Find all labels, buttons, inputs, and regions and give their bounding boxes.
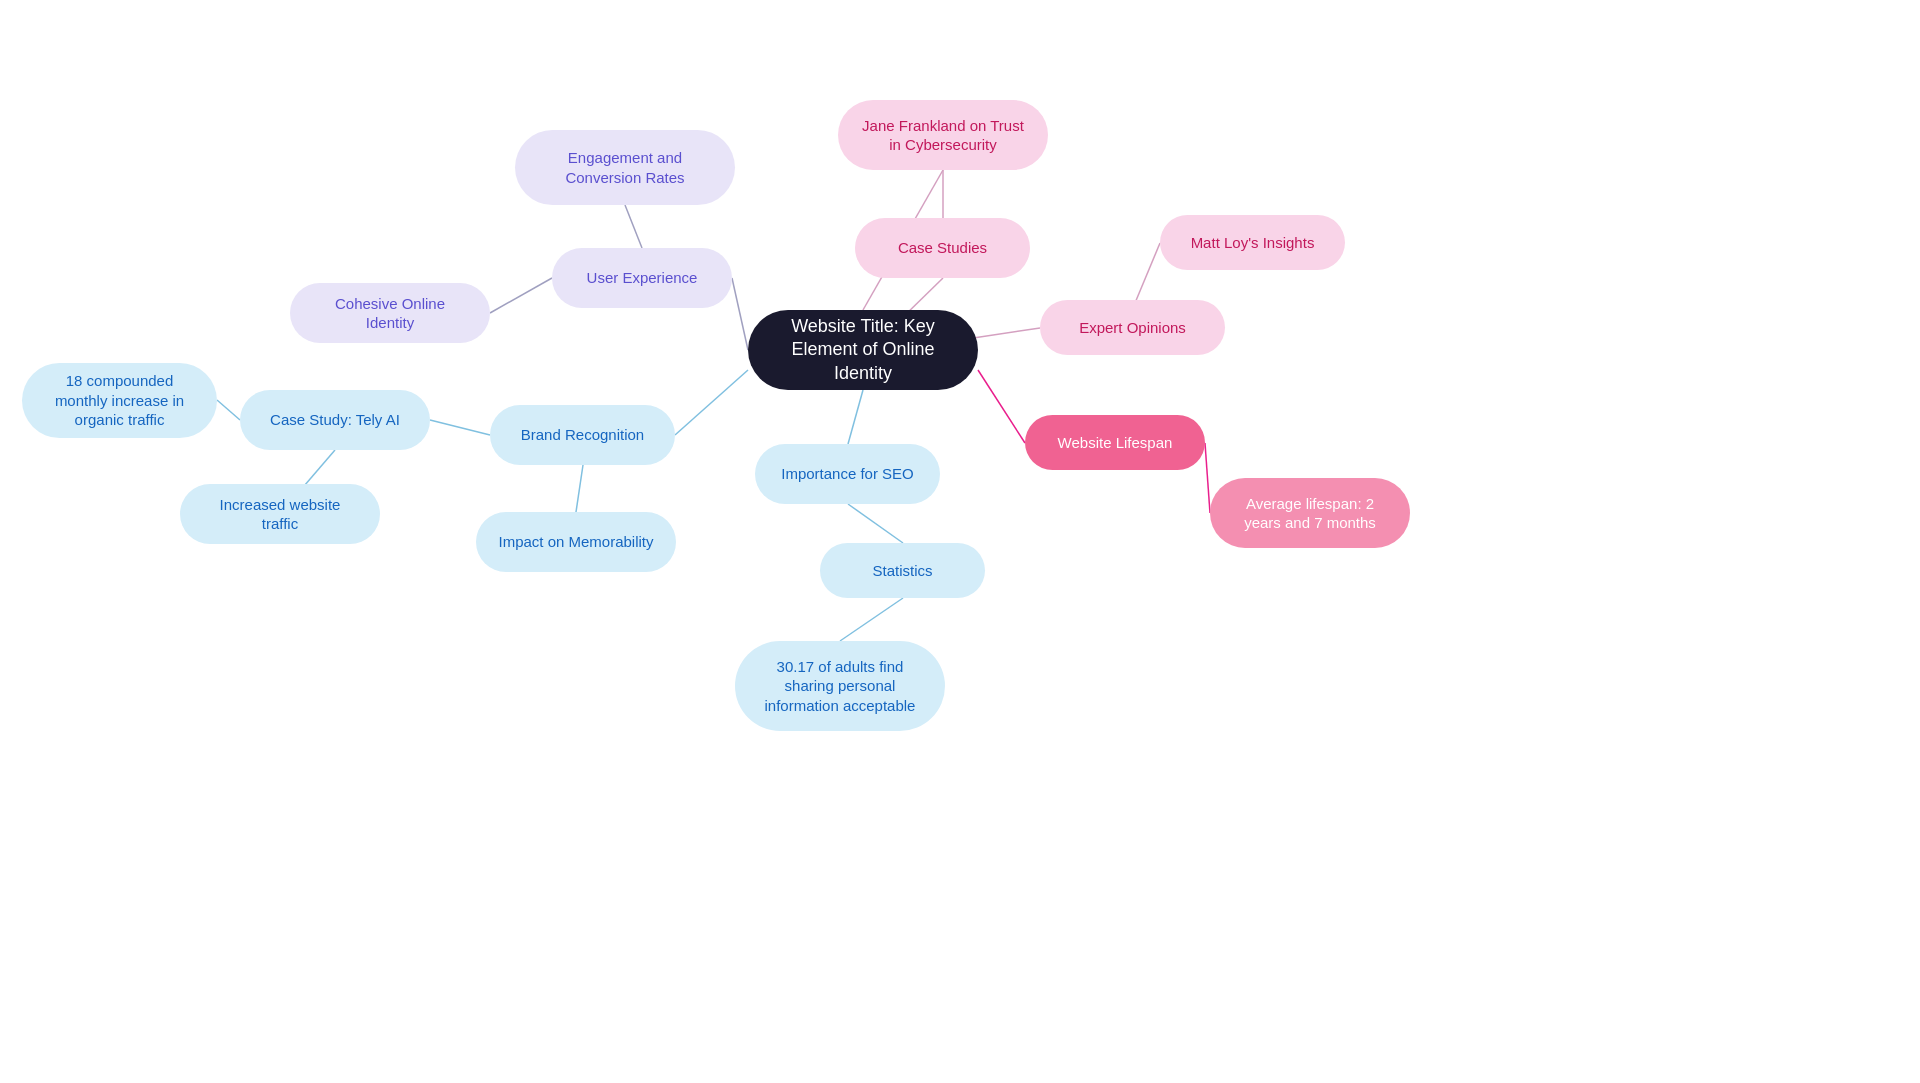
compounded-node: 18 compounded monthly increase in organi… — [22, 363, 217, 438]
brand-recognition-node: Brand Recognition — [490, 405, 675, 465]
website-lifespan-node: Website Lifespan — [1025, 415, 1205, 470]
expert-opinions-node: Expert Opinions — [1040, 300, 1225, 355]
matt-loy-node: Matt Loy's Insights — [1160, 215, 1345, 270]
engagement-node: Engagement and Conversion Rates — [515, 130, 735, 205]
cohesive-node: Cohesive Online Identity — [290, 283, 490, 343]
svg-line-17 — [848, 504, 903, 543]
impact-memorability-node: Impact on Memorability — [476, 512, 676, 572]
case-study-tely-node: Case Study: Tely AI — [240, 390, 430, 450]
center-node: Website Title: Key Element of Online Ide… — [748, 310, 978, 390]
svg-line-11 — [675, 370, 748, 435]
case-studies-node: Case Studies — [855, 218, 1030, 278]
svg-line-9 — [978, 370, 1025, 443]
svg-line-15 — [217, 400, 240, 420]
svg-line-16 — [848, 390, 863, 444]
importance-seo-node: Importance for SEO — [755, 444, 940, 504]
increased-traffic-node: Increased website traffic — [180, 484, 380, 544]
jane-node: Jane Frankland on Trust in Cybersecurity — [838, 100, 1048, 170]
user-experience-node: User Experience — [552, 248, 732, 308]
svg-line-1 — [625, 205, 642, 248]
svg-line-10 — [1205, 443, 1210, 513]
svg-line-13 — [430, 420, 490, 435]
adults-node: 30.17 of adults find sharing personal in… — [735, 641, 945, 731]
statistics-node: Statistics — [820, 543, 985, 598]
svg-line-2 — [490, 278, 552, 313]
svg-line-12 — [576, 465, 583, 512]
svg-line-18 — [840, 598, 903, 641]
svg-line-0 — [732, 278, 748, 350]
avg-lifespan-node: Average lifespan: 2 years and 7 months — [1210, 478, 1410, 548]
